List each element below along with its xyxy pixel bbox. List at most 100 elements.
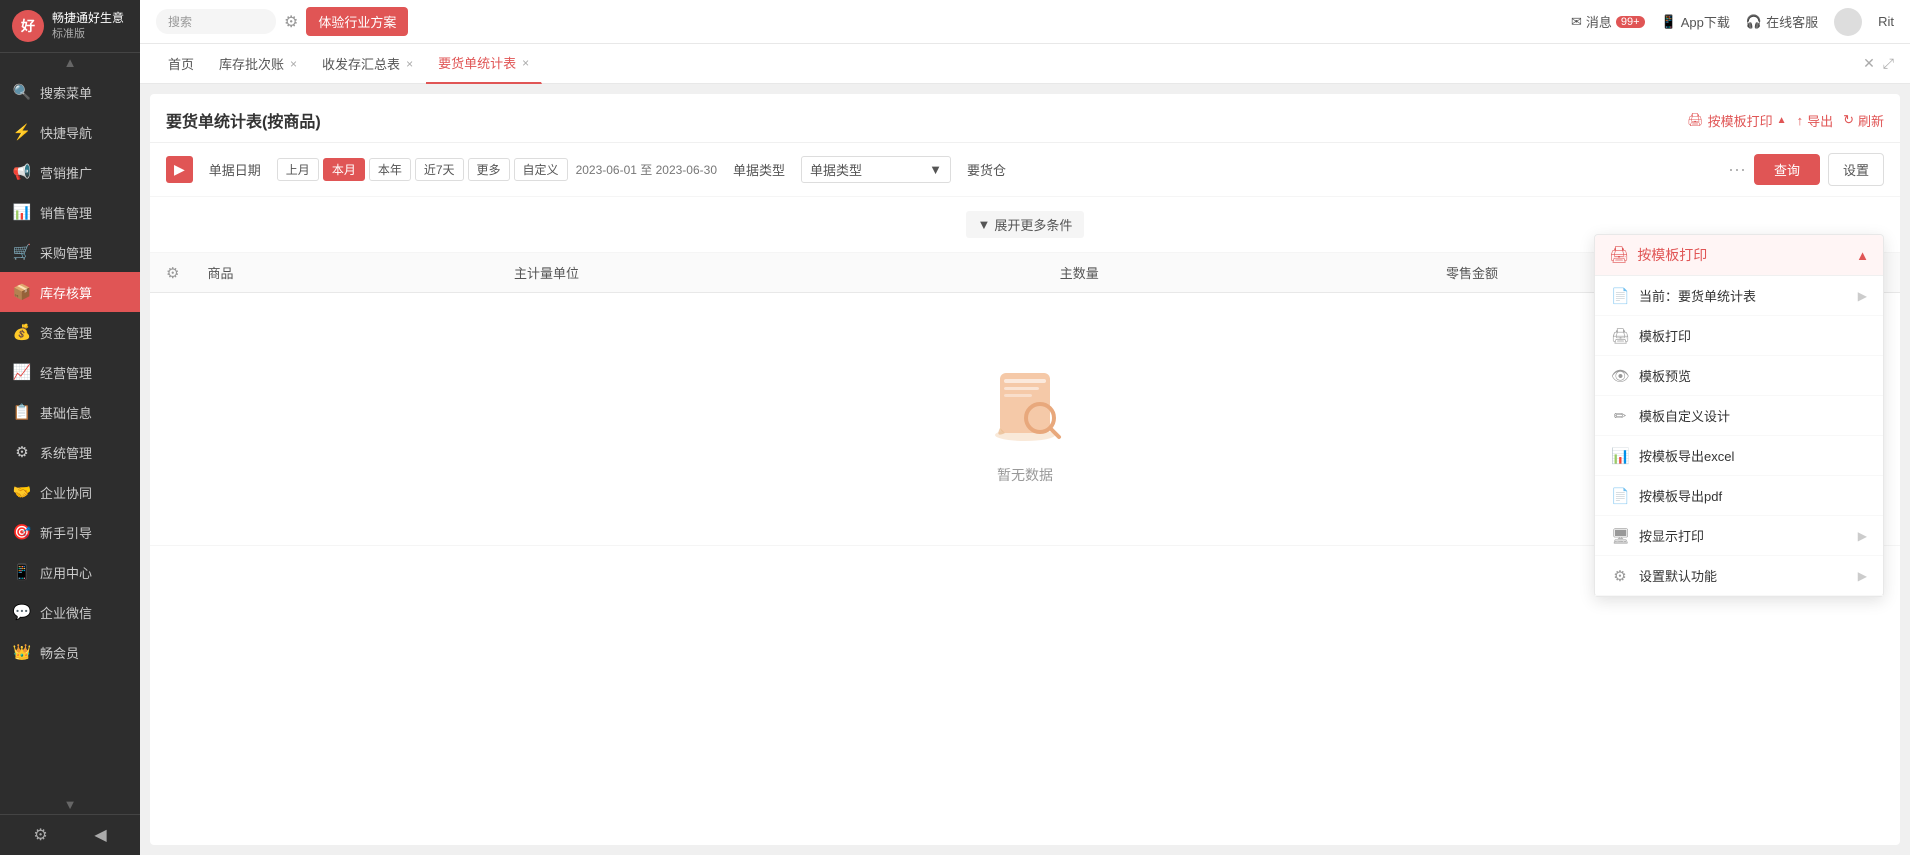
topbar-search-box[interactable]: 搜索 <box>156 9 276 34</box>
col-settings: ⚙ <box>150 253 195 293</box>
tab-receipt-summary[interactable]: 收发存汇总表 × <box>310 44 426 84</box>
tab-order-stats[interactable]: 要货单统计表 × <box>426 44 542 84</box>
collapse-sidebar-btn[interactable]: ◀ <box>94 825 106 845</box>
export-icon: ↑ <box>1797 113 1804 128</box>
sidebar-item-quick-nav[interactable]: ⚡ 快捷导航 <box>0 112 140 152</box>
filter-toggle-btn[interactable]: ▶ <box>166 156 193 183</box>
display-print-icon: 🖥 <box>1611 527 1629 545</box>
expand-more-btn[interactable]: ▼ 展开更多条件 <box>966 211 1085 238</box>
order-type-select[interactable]: 单据类型 ▼ <box>801 156 951 183</box>
trial-btn[interactable]: 体验行业方案 <box>306 7 408 36</box>
date-current-year[interactable]: 本年 <box>369 158 411 181</box>
close-tab-order-stats[interactable]: × <box>522 56 529 70</box>
dropdown-export-pdf[interactable]: 📄 按模板导出pdf <box>1595 476 1883 516</box>
page-title: 要货单统计表(按商品) <box>166 108 321 132</box>
template-print-icon: 🖨 <box>1611 327 1629 345</box>
sidebar-item-finance[interactable]: 💰 资金管理 <box>0 312 140 352</box>
topbar-left: 搜索 ⚙ 体验行业方案 <box>156 7 1571 36</box>
export-btn[interactable]: ↑ 导出 <box>1797 111 1834 130</box>
print-btn[interactable]: 🖨 按模板打印 ▲ <box>1687 111 1786 130</box>
template-custom-icon: ✏ <box>1611 407 1629 425</box>
purchase-icon: 🛒 <box>12 242 32 262</box>
table-settings-icon[interactable]: ⚙ <box>162 265 183 282</box>
col-quantity: 主数量 <box>1048 253 1434 293</box>
dropdown-menu: 🖨 按模板打印 ▲ 📄 当前：要货单统计表 ▶ 🖨 模板打印 👁 <box>1594 234 1884 597</box>
tab-home[interactable]: 首页 <box>156 44 207 84</box>
query-btn[interactable]: 查询 <box>1754 154 1820 185</box>
close-tab-inventory-batch[interactable]: × <box>290 57 297 71</box>
topbar-gear-icon[interactable]: ⚙ <box>284 12 298 32</box>
app-logo-icon: 好 <box>12 10 44 42</box>
sidebar-item-member[interactable]: 👑 畅会员 <box>0 632 140 672</box>
refresh-btn[interactable]: ↻ 刷新 <box>1843 111 1884 130</box>
dropdown-header[interactable]: 🖨 按模板打印 ▲ <box>1595 235 1883 276</box>
date-filter-group: 上月 本月 本年 近7天 更多 自定义 2023-06-01 至 2023-06… <box>277 158 717 181</box>
app-download-btn[interactable]: 📱 App下载 <box>1661 12 1730 31</box>
date-last7days[interactable]: 近7天 <box>415 158 464 181</box>
messages-btn[interactable]: ✉ 消息 99+ <box>1571 12 1645 31</box>
member-icon: 👑 <box>12 642 32 662</box>
sidebar-item-apps[interactable]: 📱 应用中心 <box>0 552 140 592</box>
more-options-icon[interactable]: ··· <box>1728 159 1746 180</box>
date-current-month[interactable]: 本月 <box>323 158 365 181</box>
display-print-arrow: ▶ <box>1858 529 1867 543</box>
date-more[interactable]: 更多 <box>468 158 510 181</box>
sidebar-scroll-down[interactable]: ▼ <box>0 795 140 814</box>
service-icon: 🎧 <box>1746 14 1762 30</box>
sidebar-item-operations[interactable]: 📈 经营管理 <box>0 352 140 392</box>
filter-row-1: ▶ 单据日期 上月 本月 本年 近7天 更多 自定义 2023-06-01 至 … <box>150 143 1900 197</box>
current-template-left: 📄 当前：要货单统计表 <box>1611 286 1756 305</box>
sidebar-nav: 🔍 搜索菜单 ⚡ 快捷导航 📢 营销推广 📊 销售管理 🛒 采购管理 📦 库存核… <box>0 72 140 795</box>
close-all-tabs-btn[interactable]: ✕ <box>1863 55 1875 72</box>
dropdown-template-custom[interactable]: ✏ 模板自定义设计 <box>1595 396 1883 436</box>
maximize-tab-btn[interactable]: ⤢ <box>1883 55 1894 72</box>
dropdown-header-arrow-icon: ▲ <box>1856 248 1869 263</box>
page-header: 要货单统计表(按商品) 🖨 按模板打印 ▲ ↑ 导出 ↻ 刷新 <box>150 94 1900 143</box>
sidebar-item-inventory[interactable]: 📦 库存核算 <box>0 272 140 312</box>
enterprise-icon: 🤝 <box>12 482 32 502</box>
print-dropdown-arrow: ▲ <box>1777 115 1787 126</box>
topbar: 搜索 ⚙ 体验行业方案 ✉ 消息 99+ 📱 App下载 🎧 在线客服 Rit <box>140 0 1910 44</box>
tab-inventory-batch[interactable]: 库存批次账 × <box>207 44 310 84</box>
sidebar-item-wechat[interactable]: 💬 企业微信 <box>0 592 140 632</box>
date-range-display: 2023-06-01 至 2023-06-30 <box>576 161 717 178</box>
select-arrow-icon: ▼ <box>929 162 942 177</box>
message-icon: ✉ <box>1571 14 1582 30</box>
refresh-icon: ↻ <box>1843 112 1854 128</box>
dropdown-export-excel[interactable]: 📊 按模板导出excel <box>1595 436 1883 476</box>
date-custom[interactable]: 自定义 <box>514 158 568 181</box>
print-icon: 🖨 <box>1687 112 1704 128</box>
dropdown-display-print[interactable]: 🖥 按显示打印 ▶ <box>1595 516 1883 556</box>
dropdown-template-print[interactable]: 🖨 模板打印 <box>1595 316 1883 356</box>
settings-btn[interactable]: 设置 <box>1828 153 1884 186</box>
main-area: 搜索 ⚙ 体验行业方案 ✉ 消息 99+ 📱 App下载 🎧 在线客服 Rit <box>140 0 1910 855</box>
newbie-icon: 🎯 <box>12 522 32 542</box>
topbar-right: ✉ 消息 99+ 📱 App下载 🎧 在线客服 Rit <box>1571 8 1894 36</box>
date-prev-month[interactable]: 上月 <box>277 158 319 181</box>
sidebar-scroll-up[interactable]: ▲ <box>0 53 140 72</box>
sidebar-item-search[interactable]: 🔍 搜索菜单 <box>0 72 140 112</box>
dropdown-template-preview[interactable]: 👁 模板预览 <box>1595 356 1883 396</box>
export-pdf-icon: 📄 <box>1611 487 1629 505</box>
expand-more-icon: ▼ <box>978 217 991 232</box>
dropdown-set-default[interactable]: ⚙ 设置默认功能 ▶ <box>1595 556 1883 596</box>
sidebar-item-sales[interactable]: 📊 销售管理 <box>0 192 140 232</box>
sidebar-item-basic[interactable]: 📋 基础信息 <box>0 392 140 432</box>
sidebar-item-newbie[interactable]: 🎯 新手引导 <box>0 512 140 552</box>
empty-text: 暂无数据 <box>997 465 1053 485</box>
user-avatar[interactable] <box>1834 8 1862 36</box>
messages-badge: 99+ <box>1616 16 1645 28</box>
dropdown-current-template[interactable]: 📄 当前：要货单统计表 ▶ <box>1595 276 1883 316</box>
current-template-icon: 📄 <box>1611 287 1629 305</box>
close-tab-receipt-summary[interactable]: × <box>406 57 413 71</box>
print-dropdown-icon: 🖨 <box>1609 245 1629 265</box>
apps-icon: 📱 <box>12 562 32 582</box>
sidebar-item-enterprise[interactable]: 🤝 企业协同 <box>0 472 140 512</box>
sidebar-item-purchase[interactable]: 🛒 采购管理 <box>0 232 140 272</box>
sidebar-item-marketing[interactable]: 📢 营销推广 <box>0 152 140 192</box>
online-service-btn[interactable]: 🎧 在线客服 <box>1746 12 1818 31</box>
set-default-arrow: ▶ <box>1858 569 1867 583</box>
display-print-left: 🖥 按显示打印 <box>1611 526 1704 545</box>
settings-bottom-icon[interactable]: ⚙ <box>33 825 47 845</box>
sidebar-item-system[interactable]: ⚙ 系统管理 <box>0 432 140 472</box>
